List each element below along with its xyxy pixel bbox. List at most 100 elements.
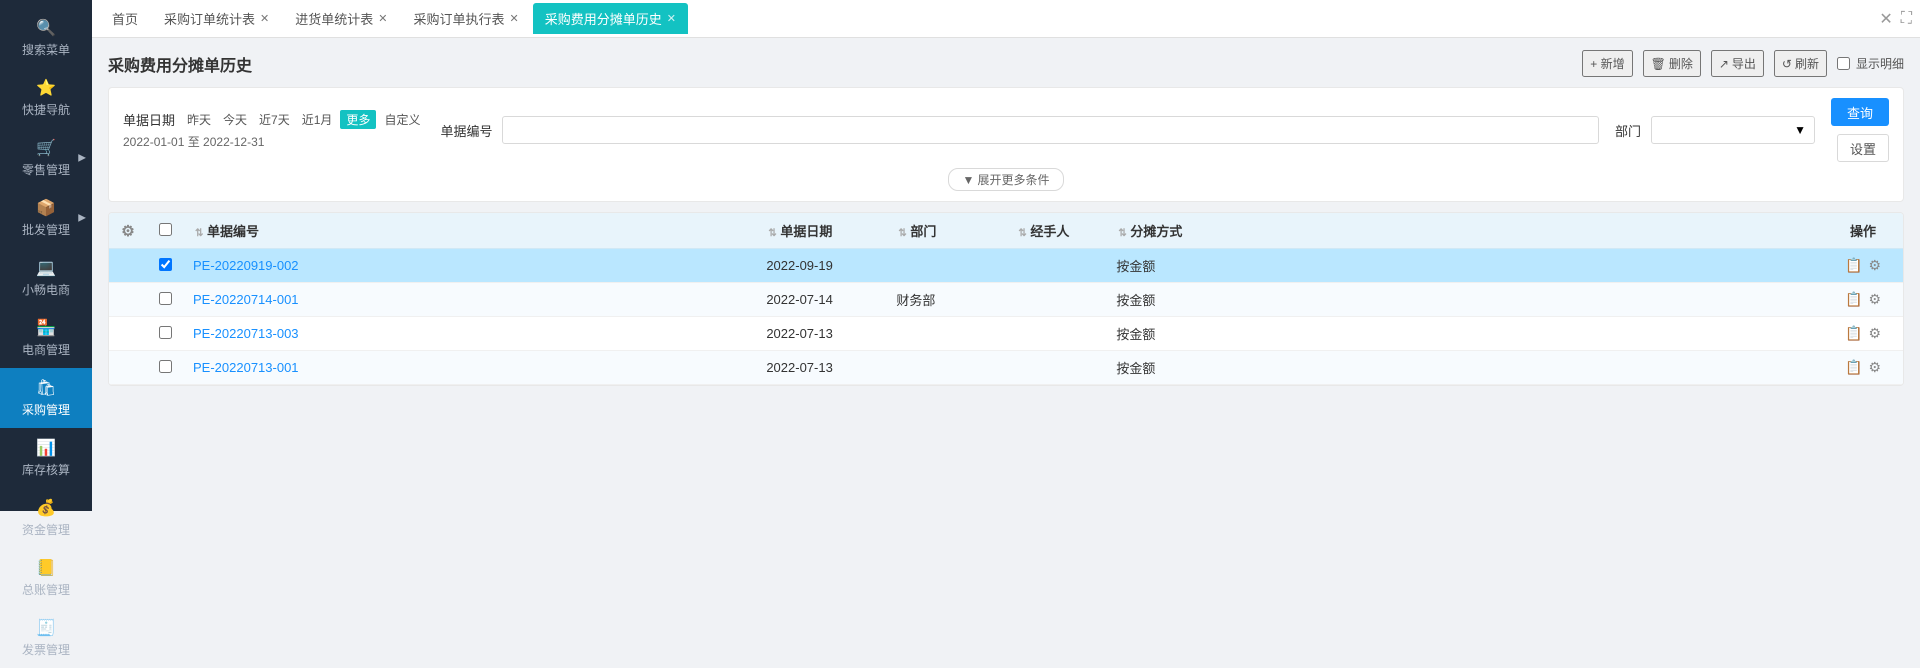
sidebar-item-小畅电商[interactable]: 💻小畅电商: [0, 248, 92, 308]
col-settings-header[interactable]: ⚙: [109, 213, 147, 249]
date-shortcut-昨天[interactable]: 昨天: [183, 110, 215, 129]
dept-filter: 部门 ▼: [1615, 116, 1815, 144]
date-shortcut-近7天[interactable]: 近7天: [255, 110, 294, 129]
expand-icon: ▼: [963, 173, 975, 187]
tab-close-icon[interactable]: ✕: [510, 12, 519, 25]
tab-close-icon[interactable]: ✕: [260, 12, 269, 25]
expand-button[interactable]: ▼ 展开更多条件: [948, 168, 1065, 191]
row-check[interactable]: [147, 249, 183, 283]
tab-close-icon[interactable]: ✕: [667, 12, 676, 25]
more-icon[interactable]: ⚙: [1868, 359, 1881, 376]
main-area: 首页采购订单统计表✕进货单统计表✕采购订单执行表✕采购费用分摊单历史✕ ✕ ⛶ …: [92, 0, 1920, 511]
search-button[interactable]: 查询: [1831, 98, 1889, 126]
sidebar-item-发票管理[interactable]: 🧾发票管理: [0, 608, 92, 668]
row-dept: [886, 351, 1006, 385]
sidebar-icon: 🛒: [4, 138, 88, 158]
row-settings: [109, 249, 147, 283]
doc-link[interactable]: PE-20220919-002: [193, 258, 299, 273]
more-icon[interactable]: ⚙: [1868, 257, 1881, 274]
data-table: ⚙ ⇅ 单据编号 ⇅ 单据日期: [109, 213, 1903, 385]
edit-icon[interactable]: 📋: [1845, 325, 1862, 342]
gear-icon: ⚙: [121, 223, 134, 240]
date-shortcut-更多[interactable]: 更多: [340, 110, 376, 129]
row-docno: PE-20220713-003: [183, 317, 756, 351]
export-button[interactable]: ↗ 导出: [1711, 50, 1764, 77]
expand-window-icon[interactable]: ⛶: [1901, 10, 1912, 28]
edit-icon[interactable]: 📋: [1845, 359, 1862, 376]
tab-采购订单统计表[interactable]: 采购订单统计表 ✕: [152, 3, 281, 34]
row-dept: [886, 317, 1006, 351]
row-handler: [1006, 283, 1106, 317]
action-icons: 📋 ⚙: [1833, 257, 1893, 274]
select-all-checkbox[interactable]: [159, 223, 172, 236]
sort-docno-icon: ⇅: [195, 228, 203, 239]
sidebar-icon: 📦: [4, 198, 88, 218]
dept-select[interactable]: ▼: [1651, 116, 1815, 144]
row-check[interactable]: [147, 283, 183, 317]
row-date: 2022-07-13: [756, 351, 886, 385]
tab-进货单统计表[interactable]: 进货单统计表✕: [283, 3, 399, 34]
doc-link[interactable]: PE-20220713-001: [193, 360, 299, 375]
row-checkbox[interactable]: [159, 326, 172, 339]
chevron-right-icon: ▶: [78, 153, 86, 164]
col-action-header: 操作: [1823, 213, 1903, 249]
sidebar-icon: 📊: [4, 438, 88, 458]
sidebar-item-采购管理[interactable]: 🛍采购管理: [0, 368, 92, 428]
date-range: 2022-01-01 至 2022-12-31: [123, 133, 424, 150]
edit-icon[interactable]: 📋: [1845, 291, 1862, 308]
sidebar-item-批发管理[interactable]: 📦批发管理▶: [0, 188, 92, 248]
close-window-icon[interactable]: ✕: [1879, 9, 1892, 29]
date-filter: 单据日期 昨天今天近7天近1月更多自定义 2022-01-01 至 2022-1…: [123, 110, 424, 150]
date-shortcut-今天[interactable]: 今天: [219, 110, 251, 129]
tab-采购费用分摊单历史[interactable]: 采购费用分摊单历史 ✕: [533, 3, 688, 34]
tab-label: 采购订单执行表: [413, 9, 504, 28]
page-header: 采购费用分摊单历史 + 新增 🗑 删除 ↗ 导出 ↺ 刷新 显示明细: [108, 50, 1904, 77]
tab-label: 采购费用分摊单历史: [545, 9, 662, 28]
sidebar-item-总账管理[interactable]: 📒总账管理: [0, 548, 92, 608]
chevron-right-icon: ▶: [78, 213, 86, 224]
sort-date-icon: ⇅: [768, 228, 776, 239]
sidebar-item-库存核算[interactable]: 📊库存核算: [0, 428, 92, 488]
row-check[interactable]: [147, 317, 183, 351]
tab-label: 采购订单统计表: [164, 9, 255, 28]
more-icon[interactable]: ⚙: [1868, 325, 1881, 342]
row-action: 📋 ⚙: [1823, 283, 1903, 317]
row-dept: 财务部: [886, 283, 1006, 317]
sidebar-item-快捷导航[interactable]: ⭐快捷导航: [0, 68, 92, 128]
sort-handler-icon: ⇅: [1018, 228, 1026, 239]
date-shortcut-近1月[interactable]: 近1月: [298, 110, 337, 129]
doc-link[interactable]: PE-20220714-001: [193, 292, 299, 307]
sidebar-icon: ⭐: [4, 78, 88, 98]
sidebar: 🔍搜索菜单⭐快捷导航🛒零售管理▶📦批发管理▶💻小畅电商🏪电商管理🛍采购管理📊库存…: [0, 0, 92, 511]
more-icon[interactable]: ⚙: [1868, 291, 1881, 308]
filter-settings-button[interactable]: 设置: [1837, 134, 1889, 162]
sidebar-item-搜索菜单[interactable]: 🔍搜索菜单: [0, 8, 92, 68]
refresh-button[interactable]: ↺ 刷新: [1774, 50, 1827, 77]
row-checkbox[interactable]: [159, 360, 172, 373]
row-docno: PE-20220713-001: [183, 351, 756, 385]
show-cols-checkbox[interactable]: [1837, 57, 1850, 70]
add-button[interactable]: + 新增: [1582, 50, 1632, 77]
show-cols-toggle[interactable]: 显示明细: [1837, 55, 1904, 72]
sidebar-icon: 🏪: [4, 318, 88, 338]
row-docno: PE-20220919-002: [183, 249, 756, 283]
sidebar-item-资金管理[interactable]: 💰资金管理: [0, 488, 92, 548]
delete-button[interactable]: 🗑 删除: [1643, 50, 1701, 77]
tab-采购订单执行表[interactable]: 采购订单执行表 ✕: [401, 3, 530, 34]
row-checkbox[interactable]: [159, 258, 172, 271]
tab-bar: 首页采购订单统计表✕进货单统计表✕采购订单执行表✕采购费用分摊单历史✕ ✕ ⛶: [92, 0, 1920, 38]
sidebar-label: 资金管理: [22, 523, 70, 537]
sidebar-item-零售管理[interactable]: 🛒零售管理▶: [0, 128, 92, 188]
doc-link[interactable]: PE-20220713-003: [193, 326, 299, 341]
docno-input[interactable]: [502, 116, 1599, 144]
tab-首页[interactable]: 首页: [100, 3, 150, 34]
sidebar-item-电商管理[interactable]: 🏪电商管理: [0, 308, 92, 368]
date-shortcut-自定义[interactable]: 自定义: [380, 110, 424, 129]
row-check[interactable]: [147, 351, 183, 385]
edit-icon[interactable]: 📋: [1845, 257, 1862, 274]
tab-close-icon[interactable]: ✕: [378, 12, 387, 25]
row-checkbox[interactable]: [159, 292, 172, 305]
date-label: 单据日期: [123, 110, 175, 129]
col-check-header[interactable]: [147, 213, 183, 249]
action-icons: 📋 ⚙: [1833, 325, 1893, 342]
